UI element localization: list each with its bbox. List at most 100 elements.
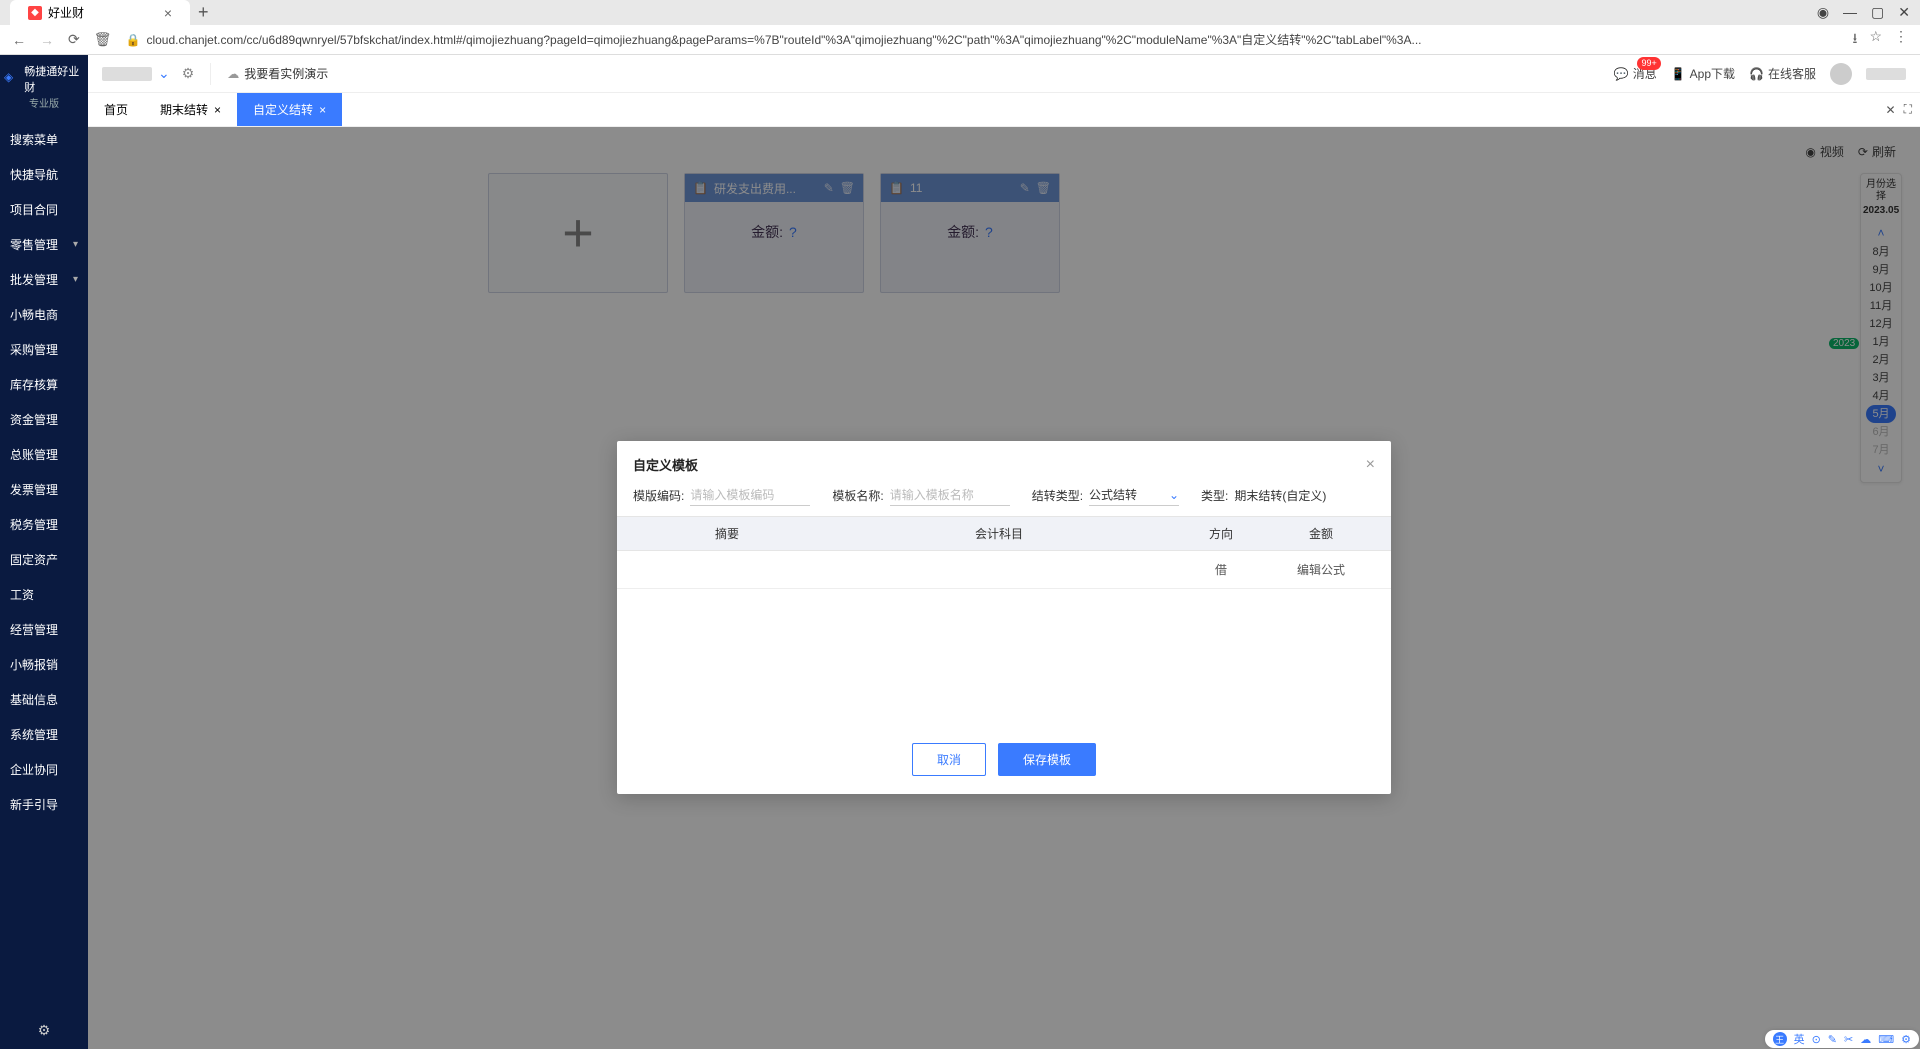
phone-icon: 📱 — [1671, 67, 1686, 81]
sidebar-item[interactable]: 总账管理 — [0, 437, 88, 472]
chevron-down-icon: ⌄ — [158, 65, 170, 82]
logo-subtitle: 专业版 — [29, 95, 59, 110]
ime-icon[interactable]: ⌨ — [1878, 1033, 1894, 1046]
ime-icon[interactable]: ✎ — [1828, 1033, 1837, 1046]
headset-icon: ☁ — [227, 67, 239, 81]
ime-lang[interactable]: 英 — [1794, 1031, 1805, 1047]
demo-label: 我要看实例演示 — [244, 65, 328, 82]
expand-icon[interactable]: ⛶ — [1904, 102, 1912, 117]
maximize-icon[interactable]: ▢ — [1871, 4, 1884, 21]
headset-icon: 🎧 — [1749, 67, 1764, 81]
sidebar-item[interactable]: 采购管理 — [0, 332, 88, 367]
type-select[interactable]: 公式结转 ⌄ — [1089, 484, 1179, 506]
org-selector[interactable]: ⌄ — [102, 65, 170, 82]
topbar: ⌄ ⚙ ☁ 我要看实例演示 💬 消息 99+ 📱 App下载 🎧 — [88, 55, 1920, 93]
sidebar-item[interactable]: 税务管理 — [0, 507, 88, 542]
app-tab[interactable]: 期末结转× — [144, 93, 237, 126]
sidebar-item[interactable]: 库存核算 — [0, 367, 88, 402]
sidebar-item[interactable]: 快捷导航 — [0, 157, 88, 192]
service-label: 在线客服 — [1768, 65, 1816, 82]
category-label: 类型: — [1201, 487, 1228, 504]
logo-title: 畅捷通好业财 — [24, 63, 84, 95]
ime-icon[interactable]: ⚙ — [1901, 1033, 1911, 1046]
app-tab[interactable]: 自定义结转× — [237, 93, 342, 126]
install-icon[interactable]: ⭳ — [1853, 28, 1858, 52]
message-icon: 💬 — [1614, 67, 1629, 81]
sidebar-item[interactable]: 企业协同 — [0, 752, 88, 787]
org-settings-icon[interactable]: ⚙ — [182, 65, 195, 82]
username-blurred — [1866, 68, 1906, 80]
sidebar-item[interactable]: 资金管理 — [0, 402, 88, 437]
ime-icon[interactable]: ✂ — [1844, 1033, 1853, 1046]
sidebar-item[interactable]: 固定资产 — [0, 542, 88, 577]
settings-icon[interactable]: ⚙ — [0, 1012, 88, 1049]
sidebar-item[interactable]: 批发管理▾ — [0, 262, 88, 297]
reload-icon[interactable]: ⟳ — [68, 31, 80, 48]
org-name-blurred — [102, 67, 152, 81]
avatar[interactable] — [1830, 63, 1852, 85]
sidebar-item[interactable]: 发票管理 — [0, 472, 88, 507]
tab-close-icon[interactable]: × — [214, 103, 221, 117]
sidebar-item[interactable]: 经营管理 — [0, 612, 88, 647]
star-icon[interactable]: ☆ — [1869, 28, 1882, 52]
name-label: 模板名称: — [832, 487, 883, 504]
back-icon[interactable]: ← — [12, 32, 26, 48]
sidebar: ◈ 畅捷通好业财 专业版 搜索菜单快捷导航项目合同零售管理▾批发管理▾小畅电商采… — [0, 55, 88, 1049]
delete-icon[interactable]: 🗑 — [94, 31, 112, 48]
chevron-down-icon: ▾ — [73, 239, 78, 250]
cell-edit-formula[interactable]: 编辑公式 — [1251, 551, 1391, 589]
cancel-button[interactable]: 取消 — [912, 743, 986, 776]
workarea: ◉ 视频 ⟳ 刷新 + 📋 研发支出费用... ✎ 🗑 — [88, 127, 1920, 1049]
url-text: cloud.chanjet.com/cc/u6d89qwnryel/57bfsk… — [146, 31, 1421, 48]
table-row[interactable]: 借 编辑公式 — [617, 551, 1391, 589]
service-button[interactable]: 🎧 在线客服 — [1749, 65, 1816, 82]
cell-direction: 借 — [1191, 551, 1251, 589]
close-all-tabs-icon[interactable]: ✕ — [1886, 103, 1896, 117]
new-tab-button[interactable]: + — [198, 2, 209, 23]
badge-count: 99+ — [1637, 57, 1660, 70]
tab-close-icon[interactable]: × — [164, 5, 172, 21]
sidebar-item[interactable]: 系统管理 — [0, 717, 88, 752]
code-label: 模版编码: — [633, 487, 684, 504]
sidebar-item[interactable]: 新手引导 — [0, 787, 88, 822]
messages-button[interactable]: 💬 消息 99+ — [1614, 65, 1657, 82]
demo-link[interactable]: ☁ 我要看实例演示 — [227, 65, 328, 82]
chevron-down-icon: ▾ — [73, 274, 78, 285]
minimize-icon[interactable]: — — [1843, 4, 1857, 21]
modal-custom-template: 自定义模板 × 模版编码: 模板名称: 结转类型: 公式 — [617, 441, 1391, 794]
kebab-icon[interactable]: ⋮ — [1894, 28, 1908, 52]
url-field[interactable]: 🔒 cloud.chanjet.com/cc/u6d89qwnryel/57bf… — [126, 31, 1839, 48]
download-button[interactable]: 📱 App下载 — [1671, 65, 1735, 82]
ime-bar[interactable]: 王 英 ⊙ ✎ ✂ ☁ ⌨ ⚙ — [1765, 1030, 1919, 1048]
address-bar: ← → ⟳ 🗑 🔒 cloud.chanjet.com/cc/u6d89qwnr… — [0, 25, 1920, 55]
ime-icon[interactable]: ☁ — [1860, 1033, 1871, 1046]
sidebar-item[interactable]: 基础信息 — [0, 682, 88, 717]
modal-close-icon[interactable]: × — [1366, 456, 1375, 474]
sidebar-item[interactable]: 项目合同 — [0, 192, 88, 227]
th-subject: 会计科目 — [807, 517, 1191, 551]
app-tabs: 首页期末结转×自定义结转× ✕ ⛶ — [88, 93, 1920, 127]
tab-close-icon[interactable]: × — [319, 103, 326, 117]
sidebar-item[interactable]: 小畅电商 — [0, 297, 88, 332]
app-tab[interactable]: 首页 — [88, 93, 144, 126]
sidebar-item[interactable]: 工资 — [0, 577, 88, 612]
sidebar-item[interactable]: 搜索菜单 — [0, 122, 88, 157]
browser-tabstrip: ◆ 好业财 × + ◉ — ▢ ✕ — [0, 0, 1920, 25]
name-input[interactable] — [890, 485, 1010, 506]
th-direction: 方向 — [1191, 517, 1251, 551]
th-summary: 摘要 — [647, 517, 807, 551]
sidebar-item[interactable]: 零售管理▾ — [0, 227, 88, 262]
type-label: 结转类型: — [1032, 487, 1083, 504]
sidebar-item[interactable]: 小畅报销 — [0, 647, 88, 682]
tab-title: 好业财 — [48, 4, 84, 21]
category-value: 期末结转(自定义) — [1234, 487, 1326, 504]
save-button[interactable]: 保存模板 — [998, 743, 1096, 776]
chevron-down-icon: ⌄ — [1169, 488, 1179, 502]
browser-tab[interactable]: ◆ 好业财 × — [10, 0, 190, 25]
code-input[interactable] — [690, 485, 810, 506]
close-window-icon[interactable]: ✕ — [1898, 4, 1910, 21]
ime-icon[interactable]: ⊙ — [1812, 1033, 1821, 1046]
circle-icon[interactable]: ◉ — [1817, 4, 1829, 21]
th-amount: 金额 — [1251, 517, 1391, 551]
modal-table: 摘要 会计科目 方向 金额 借 编辑公式 — [617, 516, 1391, 589]
